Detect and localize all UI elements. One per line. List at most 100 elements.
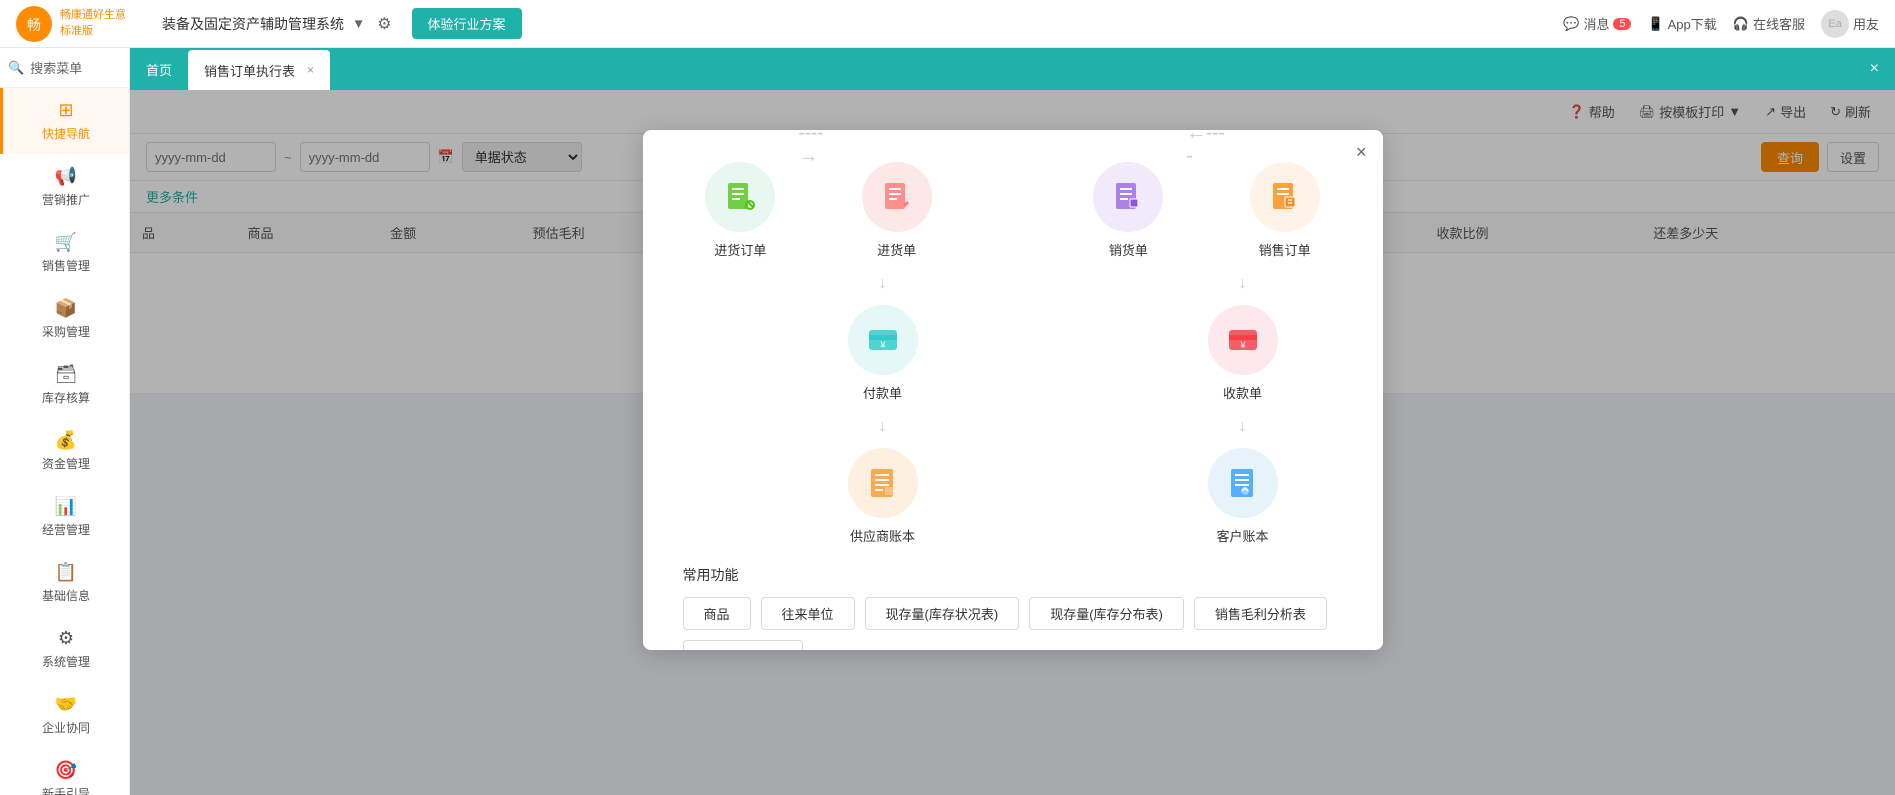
flow-node-payment[interactable]: ↓ ¥ 付款单 [823,275,943,402]
svg-text:¥: ¥ [1239,340,1246,350]
system-icon: ⚙ [58,628,74,649]
sales-bill-label: 销货单 [1109,240,1148,259]
sidebar-item-basic-info-label: 基础信息 [42,587,90,604]
tab-close-icon[interactable]: × [307,63,314,77]
sidebar-item-inventory-label: 库存核算 [42,389,90,406]
trial-button[interactable]: 体验行业方案 [412,8,522,39]
modal-overlay[interactable]: × [130,90,1895,795]
tab-sales-order-label: 销售订单执行表 [204,61,295,80]
arrow-down-receipt: ↓ [1239,275,1247,293]
receipt-icon: ¥ [1208,305,1278,375]
app-download-button[interactable]: 📱 App下载 [1647,14,1716,33]
sidebar-item-marketing-label: 营销推广 [42,191,90,208]
page-content: ❓ 帮助 🖨 按模板打印 ▼ ↗ 导出 ↻ 刷新 [130,90,1895,795]
message-icon: 💬 [1563,16,1579,32]
flow-row-3: ↓ [683,418,1343,545]
tab-home-label: 首页 [146,60,172,79]
logo-area: 畅 畅康通好生意 标准版 [16,6,146,42]
flow-node-sales-order[interactable]: 销售订单 [1227,162,1343,259]
sidebar-item-sales-label: 销售管理 [42,257,90,274]
common-functions-title: 常用功能 [683,565,1343,585]
sidebar-item-finance[interactable]: 💰 资金管理 [0,418,129,484]
sidebar-item-finance-label: 资金管理 [42,455,90,472]
func-btn-stock-status[interactable]: 现存量(库存状况表) [865,597,1020,630]
user-menu[interactable]: Ea 用友 [1821,10,1879,38]
message-button[interactable]: 💬 消息 5 [1563,14,1631,33]
svg-text:¥: ¥ [879,340,886,350]
tab-bar: 首页 销售订单执行表 × × [130,48,1895,90]
system-title: 装备及固定资产辅助管理系统 ▼ ⚙ 体验行业方案 [162,8,522,39]
sidebar-item-marketing[interactable]: 📢 营销推广 [0,154,129,220]
system-dropdown-button[interactable]: ▼ [352,16,365,31]
flow-node-sales-bill[interactable]: 销货单 [1070,162,1186,259]
online-service-button[interactable]: 🎧 在线客服 [1733,14,1805,33]
sidebar-item-enterprise[interactable]: 🤝 企业协同 [0,682,129,748]
sidebar: 🔍 搜索菜单 ⊞ 快捷导航 📢 营销推广 🛒 销售管理 📦 采购管理 [0,48,130,795]
common-functions: 常用功能 商品 往来单位 现存量(库存状况表) 现存量(库存分布表) 销售毛利分… [683,565,1343,650]
svg-text:畅: 畅 [27,17,41,33]
app-download-label: App下载 [1668,14,1717,33]
tab-home[interactable]: 首页 [130,48,188,90]
app-logo: 畅 [16,6,52,42]
sidebar-item-sales[interactable]: 🛒 销售管理 [0,220,129,286]
quick-nav-icon: ⊞ [58,100,73,121]
flow-node-receipt[interactable]: ↓ ¥ 收款单 [1183,275,1303,402]
sales-icon: 🛒 [55,232,77,253]
tab-sales-order[interactable]: 销售订单执行表 × [188,50,330,90]
message-label: 消息 [1583,14,1609,33]
flow-node-customer[interactable]: ↓ [1183,418,1303,545]
sidebar-search[interactable]: 🔍 搜索菜单 [0,48,129,88]
new-guide-icon: 🎯 [55,760,77,781]
spacer-mid [943,275,1183,402]
sidebar-item-new-guide-label: 新手引导 [42,785,90,795]
search-menu-button[interactable]: 🔍 搜索菜单 [8,58,121,77]
sidebar-item-inventory[interactable]: 🗃 库存核算 [0,352,129,418]
main-area: 🔍 搜索菜单 ⊞ 快捷导航 📢 营销推广 🛒 销售管理 📦 采购管理 [0,48,1895,795]
flow-node-purchase-bill[interactable]: 进货单 [839,162,955,259]
sales-order-icon [1250,162,1320,232]
sidebar-item-new-guide[interactable]: 🎯 新手引导 [0,748,129,795]
flow-node-supplier[interactable]: ↓ [823,418,943,545]
func-btn-contacts[interactable]: 往来单位 [761,597,855,630]
sidebar-item-quick-nav[interactable]: ⊞ 快捷导航 [0,88,129,154]
flow-node-purchase-order: 进货订单 [683,162,799,259]
supplier-label: 供应商账本 [850,526,915,545]
purchase-icon: 📦 [55,298,77,319]
func-btn-product[interactable]: 商品 [683,597,751,630]
sidebar-item-system[interactable]: ⚙ 系统管理 [0,616,129,682]
message-badge: 5 [1613,18,1631,30]
app-container: 畅 畅康通好生意 标准版 装备及固定资产辅助管理系统 ▼ ⚙ 体验行业方案 💬 … [0,0,1895,795]
sidebar-item-basic-info[interactable]: 📋 基础信息 [0,550,129,616]
purchase-order-icon [705,162,775,232]
arrow-left-1: ← - - - - [1186,130,1226,168]
func-btn-stock-dist[interactable]: 现存量(库存分布表) [1029,597,1184,630]
content-area: 首页 销售订单执行表 × × ❓ 帮助 🖨 [130,48,1895,795]
tab-bar-close-button[interactable]: × [1854,60,1895,78]
sidebar-item-operations[interactable]: 📊 经营管理 [0,484,129,550]
quick-nav-modal: × [643,130,1383,650]
purchase-bill-label: 进货单 [877,240,916,259]
modal-close-button[interactable]: × [1356,142,1367,163]
search-menu-label: 搜索菜单 [30,58,82,77]
func-btn-sales-margin[interactable]: 销售毛利分析表 [1194,597,1327,630]
sidebar-item-quick-nav-label: 快捷导航 [42,125,90,142]
top-bar: 畅 畅康通好生意 标准版 装备及固定资产辅助管理系统 ▼ ⚙ 体验行业方案 💬 … [0,0,1895,48]
system-settings-button[interactable]: ⚙ [377,14,391,34]
payment-label: 付款单 [863,383,902,402]
arrow-right-1: - - - - → [798,130,838,168]
download-icon: 📱 [1647,16,1663,32]
sidebar-item-enterprise-label: 企业协同 [42,719,90,736]
sidebar-item-purchase-label: 采购管理 [42,323,90,340]
top-right: 💬 消息 5 📱 App下载 🎧 在线客服 Ea 用友 [1563,10,1879,38]
func-btn-product-margin[interactable]: 商品毛利分析 [683,640,803,650]
sidebar-item-purchase[interactable]: 📦 采购管理 [0,286,129,352]
spacer-left [683,275,803,402]
online-service-label: 在线客服 [1753,14,1805,33]
service-icon: 🎧 [1733,16,1749,32]
spacer-left2 [683,418,803,545]
function-btns-row1: 商品 往来单位 现存量(库存状况表) 现存量(库存分布表) 销售毛利分析表 商品… [683,597,1343,650]
operations-icon: 📊 [55,496,77,517]
finance-icon: 💰 [55,430,77,451]
arrow-down-customer: ↓ [1239,418,1247,436]
system-name: 装备及固定资产辅助管理系统 [162,14,344,34]
